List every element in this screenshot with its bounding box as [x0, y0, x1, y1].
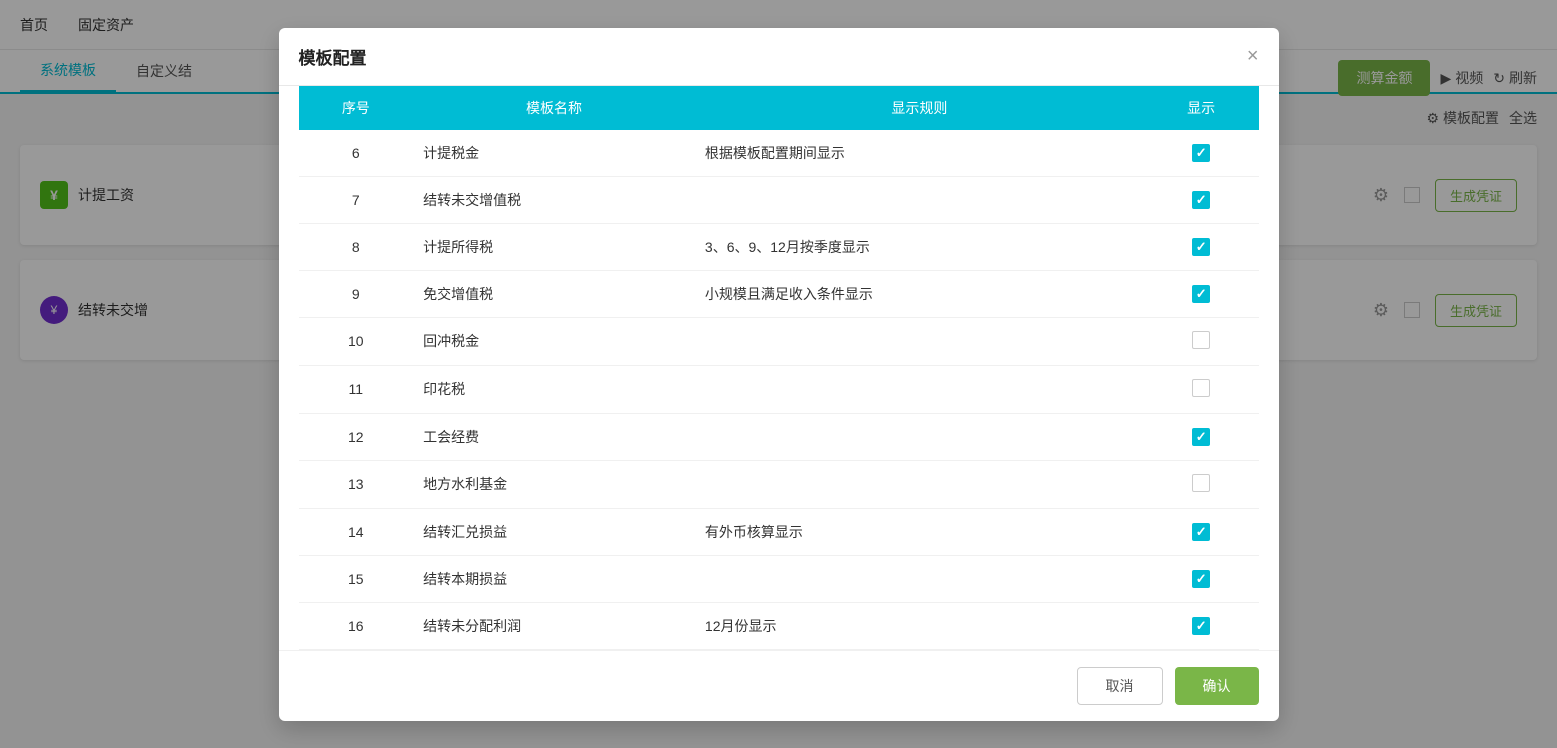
- row-name: 计提税金: [413, 130, 695, 177]
- row-name: 工会经费: [413, 413, 695, 460]
- checkbox-unchecked[interactable]: [1192, 474, 1210, 492]
- modal-title: 模板配置: [299, 44, 367, 69]
- checkbox-unchecked[interactable]: [1192, 331, 1210, 349]
- row-id: 16: [299, 602, 414, 649]
- row-rule: [695, 413, 1144, 460]
- row-id: 14: [299, 508, 414, 555]
- modal-footer: 取消 确认: [279, 650, 1279, 721]
- checkbox-checked[interactable]: [1192, 285, 1210, 303]
- table-row: 6计提税金根据模板配置期间显示: [299, 130, 1259, 177]
- col-name: 模板名称: [413, 86, 695, 130]
- row-rule: 小规模且满足收入条件显示: [695, 270, 1144, 317]
- checkbox-checked[interactable]: [1192, 523, 1210, 541]
- row-name: 免交增值税: [413, 270, 695, 317]
- row-rule: [695, 460, 1144, 508]
- table-row: 8计提所得税3、6、9、12月按季度显示: [299, 223, 1259, 270]
- modal-close-button[interactable]: ×: [1247, 46, 1259, 66]
- table-row: 13地方水利基金: [299, 460, 1259, 508]
- row-id: 11: [299, 365, 414, 413]
- col-id: 序号: [299, 86, 414, 130]
- row-rule: [695, 555, 1144, 602]
- modal-template-config: 模板配置 × 序号 模板名称 显示规则 显示 6计提税金根据模板配置期间显示7结…: [279, 28, 1279, 721]
- checkbox-checked[interactable]: [1192, 144, 1210, 162]
- row-id: 13: [299, 460, 414, 508]
- checkbox-checked[interactable]: [1192, 428, 1210, 446]
- row-display: [1144, 130, 1259, 177]
- row-display: [1144, 460, 1259, 508]
- table-row: 12工会经费: [299, 413, 1259, 460]
- row-id: 15: [299, 555, 414, 602]
- row-display: [1144, 270, 1259, 317]
- modal-body: 序号 模板名称 显示规则 显示 6计提税金根据模板配置期间显示7结转未交增值税8…: [279, 86, 1279, 650]
- row-rule: 3、6、9、12月按季度显示: [695, 223, 1144, 270]
- checkbox-checked[interactable]: [1192, 238, 1210, 256]
- row-display: [1144, 413, 1259, 460]
- table-row: 14结转汇兑损益有外币核算显示: [299, 508, 1259, 555]
- row-name: 计提所得税: [413, 223, 695, 270]
- table-header-row: 序号 模板名称 显示规则 显示: [299, 86, 1259, 130]
- row-id: 7: [299, 176, 414, 223]
- row-rule: [695, 365, 1144, 413]
- row-id: 9: [299, 270, 414, 317]
- table-row: 15结转本期损益: [299, 555, 1259, 602]
- row-display: [1144, 365, 1259, 413]
- row-display: [1144, 602, 1259, 649]
- row-name: 结转未分配利润: [413, 602, 695, 649]
- row-rule: [695, 176, 1144, 223]
- checkbox-checked[interactable]: [1192, 191, 1210, 209]
- row-name: 结转本期损益: [413, 555, 695, 602]
- row-name: 地方水利基金: [413, 460, 695, 508]
- modal-header: 模板配置 ×: [279, 28, 1279, 86]
- row-name: 结转汇兑损益: [413, 508, 695, 555]
- table-row: 7结转未交增值税: [299, 176, 1259, 223]
- col-rule: 显示规则: [695, 86, 1144, 130]
- template-table: 序号 模板名称 显示规则 显示 6计提税金根据模板配置期间显示7结转未交增值税8…: [299, 86, 1259, 650]
- row-display: [1144, 176, 1259, 223]
- row-display: [1144, 508, 1259, 555]
- cancel-button[interactable]: 取消: [1077, 667, 1163, 705]
- table-row: 9免交增值税小规模且满足收入条件显示: [299, 270, 1259, 317]
- row-display: [1144, 223, 1259, 270]
- checkbox-checked[interactable]: [1192, 617, 1210, 635]
- row-display: [1144, 555, 1259, 602]
- table-row: 11印花税: [299, 365, 1259, 413]
- col-display: 显示: [1144, 86, 1259, 130]
- row-rule: 12月份显示: [695, 602, 1144, 649]
- modal-overlay: 模板配置 × 序号 模板名称 显示规则 显示 6计提税金根据模板配置期间显示7结…: [0, 0, 1557, 748]
- table-row: 16结转未分配利润12月份显示: [299, 602, 1259, 649]
- table-row: 10回冲税金: [299, 317, 1259, 365]
- row-id: 10: [299, 317, 414, 365]
- row-rule: 有外币核算显示: [695, 508, 1144, 555]
- row-display: [1144, 317, 1259, 365]
- checkbox-checked[interactable]: [1192, 570, 1210, 588]
- row-rule: 根据模板配置期间显示: [695, 130, 1144, 177]
- row-name: 印花税: [413, 365, 695, 413]
- row-name: 结转未交增值税: [413, 176, 695, 223]
- row-id: 8: [299, 223, 414, 270]
- row-name: 回冲税金: [413, 317, 695, 365]
- row-rule: [695, 317, 1144, 365]
- row-id: 6: [299, 130, 414, 177]
- confirm-button[interactable]: 确认: [1175, 667, 1259, 705]
- row-id: 12: [299, 413, 414, 460]
- checkbox-unchecked[interactable]: [1192, 379, 1210, 397]
